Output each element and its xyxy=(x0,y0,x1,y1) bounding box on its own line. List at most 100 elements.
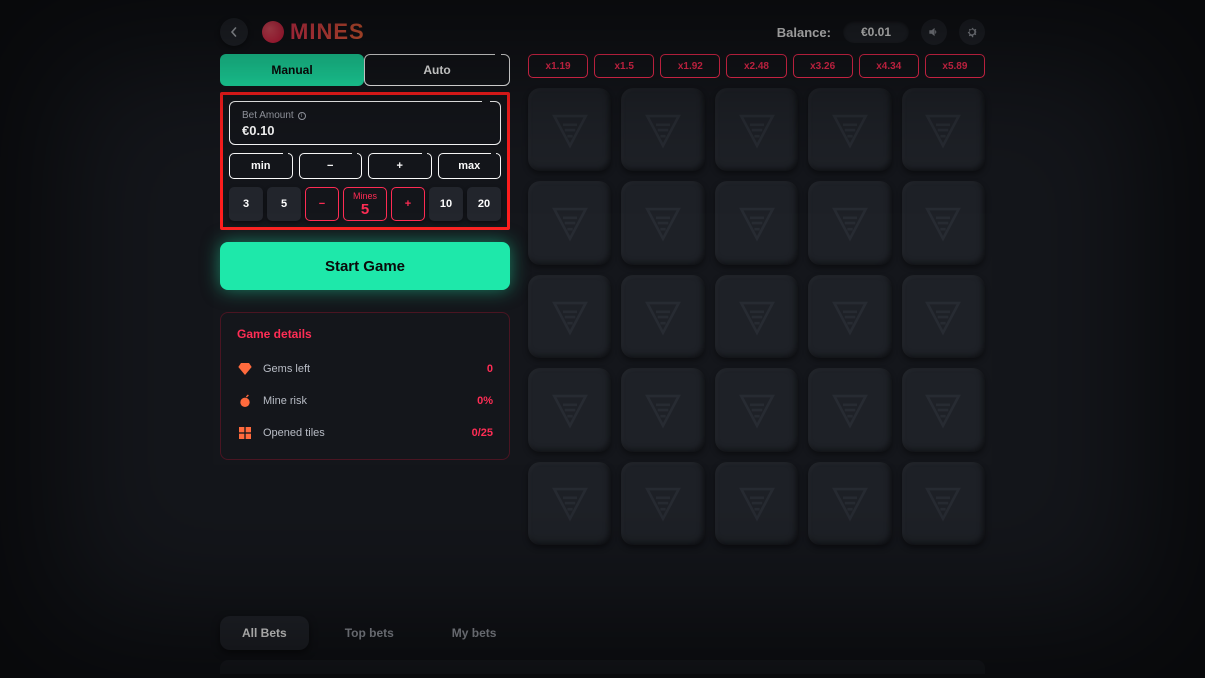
balance-label: Balance: xyxy=(777,25,831,40)
mines-increase-button[interactable]: + xyxy=(391,187,425,221)
tile-logo-icon xyxy=(829,296,871,338)
tile-logo-icon xyxy=(549,389,591,431)
tile-logo-icon xyxy=(549,202,591,244)
game-tile-2[interactable] xyxy=(715,88,798,171)
game-tile-12[interactable] xyxy=(715,275,798,358)
game-tile-9[interactable] xyxy=(902,181,985,264)
game-tile-23[interactable] xyxy=(808,462,891,545)
tile-logo-icon xyxy=(922,109,964,151)
bet-min-button[interactable]: min xyxy=(229,153,293,179)
start-game-button[interactable]: Start Game xyxy=(220,242,510,290)
chevron-left-icon xyxy=(229,27,239,37)
bet-max-button[interactable]: max xyxy=(438,153,502,179)
bet-amount-label: Bet Amounti xyxy=(242,110,488,121)
game-tile-11[interactable] xyxy=(621,275,704,358)
game-tile-10[interactable] xyxy=(528,275,611,358)
detail-opened-tiles: Opened tiles 0/25 xyxy=(237,417,493,449)
game-title: MINES xyxy=(290,19,365,45)
game-tile-20[interactable] xyxy=(528,462,611,545)
mine-icon xyxy=(237,393,253,409)
tab-all-bets[interactable]: All Bets xyxy=(220,616,309,650)
game-tile-17[interactable] xyxy=(715,368,798,451)
game-tile-3[interactable] xyxy=(808,88,891,171)
multiplier-chip-5[interactable]: x4.34 xyxy=(859,54,919,78)
volume-icon xyxy=(927,25,941,39)
game-tile-14[interactable] xyxy=(902,275,985,358)
mines-preset-3[interactable]: 3 xyxy=(229,187,263,221)
tile-logo-icon xyxy=(549,482,591,524)
tile-logo-icon xyxy=(829,109,871,151)
settings-button[interactable] xyxy=(959,19,985,45)
game-logo: MINES xyxy=(262,19,365,45)
mines-preset-5[interactable]: 5 xyxy=(267,187,301,221)
multiplier-chip-6[interactable]: x5.89 xyxy=(925,54,985,78)
tab-my-bets[interactable]: My bets xyxy=(430,616,519,650)
tile-logo-icon xyxy=(642,296,684,338)
game-tile-1[interactable] xyxy=(621,88,704,171)
tile-logo-icon xyxy=(922,389,964,431)
detail-mine-risk: Mine risk 0% xyxy=(237,385,493,417)
tile-logo-icon xyxy=(922,296,964,338)
detail-gems-left: Gems left 0 xyxy=(237,353,493,385)
tab-auto[interactable]: Auto xyxy=(364,54,510,86)
game-tile-19[interactable] xyxy=(902,368,985,451)
mines-decrease-button[interactable]: − xyxy=(305,187,339,221)
game-tile-8[interactable] xyxy=(808,181,891,264)
multiplier-chip-4[interactable]: x3.26 xyxy=(793,54,853,78)
tile-logo-icon xyxy=(736,482,778,524)
game-tile-22[interactable] xyxy=(715,462,798,545)
tile-logo-icon xyxy=(642,389,684,431)
gear-icon xyxy=(965,25,979,39)
game-tile-4[interactable] xyxy=(902,88,985,171)
bets-list-container xyxy=(220,660,985,674)
tab-manual[interactable]: Manual xyxy=(220,54,364,86)
game-tile-21[interactable] xyxy=(621,462,704,545)
tile-logo-icon xyxy=(549,296,591,338)
game-tile-24[interactable] xyxy=(902,462,985,545)
info-icon: i xyxy=(298,112,306,120)
mines-count-display: Mines 5 xyxy=(343,187,387,221)
game-tile-0[interactable] xyxy=(528,88,611,171)
mines-preset-20[interactable]: 20 xyxy=(467,187,501,221)
tile-logo-icon xyxy=(642,109,684,151)
tile-logo-icon xyxy=(829,482,871,524)
multiplier-chip-2[interactable]: x1.92 xyxy=(660,54,720,78)
game-tile-5[interactable] xyxy=(528,181,611,264)
game-details-panel: Game details Gems left 0 Mine risk 0% Op… xyxy=(220,312,510,460)
multiplier-chip-1[interactable]: x1.5 xyxy=(594,54,654,78)
game-tile-6[interactable] xyxy=(621,181,704,264)
tile-logo-icon xyxy=(549,109,591,151)
tile-logo-icon xyxy=(829,202,871,244)
mines-value: 5 xyxy=(361,201,369,218)
game-tile-7[interactable] xyxy=(715,181,798,264)
bet-amount-field[interactable]: Bet Amounti €0.10 xyxy=(229,101,501,145)
gem-icon xyxy=(237,361,253,377)
bomb-icon xyxy=(262,21,284,43)
bet-decrease-button[interactable]: − xyxy=(299,153,363,179)
tile-logo-icon xyxy=(829,389,871,431)
bet-controls-highlight: Bet Amounti €0.10 min − + max 3 5 − Mine… xyxy=(220,92,510,230)
tile-logo-icon xyxy=(736,202,778,244)
game-tile-13[interactable] xyxy=(808,275,891,358)
mines-preset-10[interactable]: 10 xyxy=(429,187,463,221)
back-button[interactable] xyxy=(220,18,248,46)
game-details-title: Game details xyxy=(237,327,493,341)
multiplier-chip-0[interactable]: x1.19 xyxy=(528,54,588,78)
bet-increase-button[interactable]: + xyxy=(368,153,432,179)
tile-logo-icon xyxy=(736,296,778,338)
game-tile-15[interactable] xyxy=(528,368,611,451)
mines-label: Mines xyxy=(353,191,377,201)
tile-logo-icon xyxy=(642,482,684,524)
bet-amount-value: €0.10 xyxy=(242,123,488,138)
tab-top-bets[interactable]: Top bets xyxy=(323,616,416,650)
tiles-icon xyxy=(237,425,253,441)
tile-logo-icon xyxy=(642,202,684,244)
multiplier-chip-3[interactable]: x2.48 xyxy=(726,54,786,78)
tile-logo-icon xyxy=(922,482,964,524)
balance-value: €0.01 xyxy=(843,21,909,43)
tile-logo-icon xyxy=(736,109,778,151)
sound-button[interactable] xyxy=(921,19,947,45)
game-tile-18[interactable] xyxy=(808,368,891,451)
tile-logo-icon xyxy=(922,202,964,244)
game-tile-16[interactable] xyxy=(621,368,704,451)
